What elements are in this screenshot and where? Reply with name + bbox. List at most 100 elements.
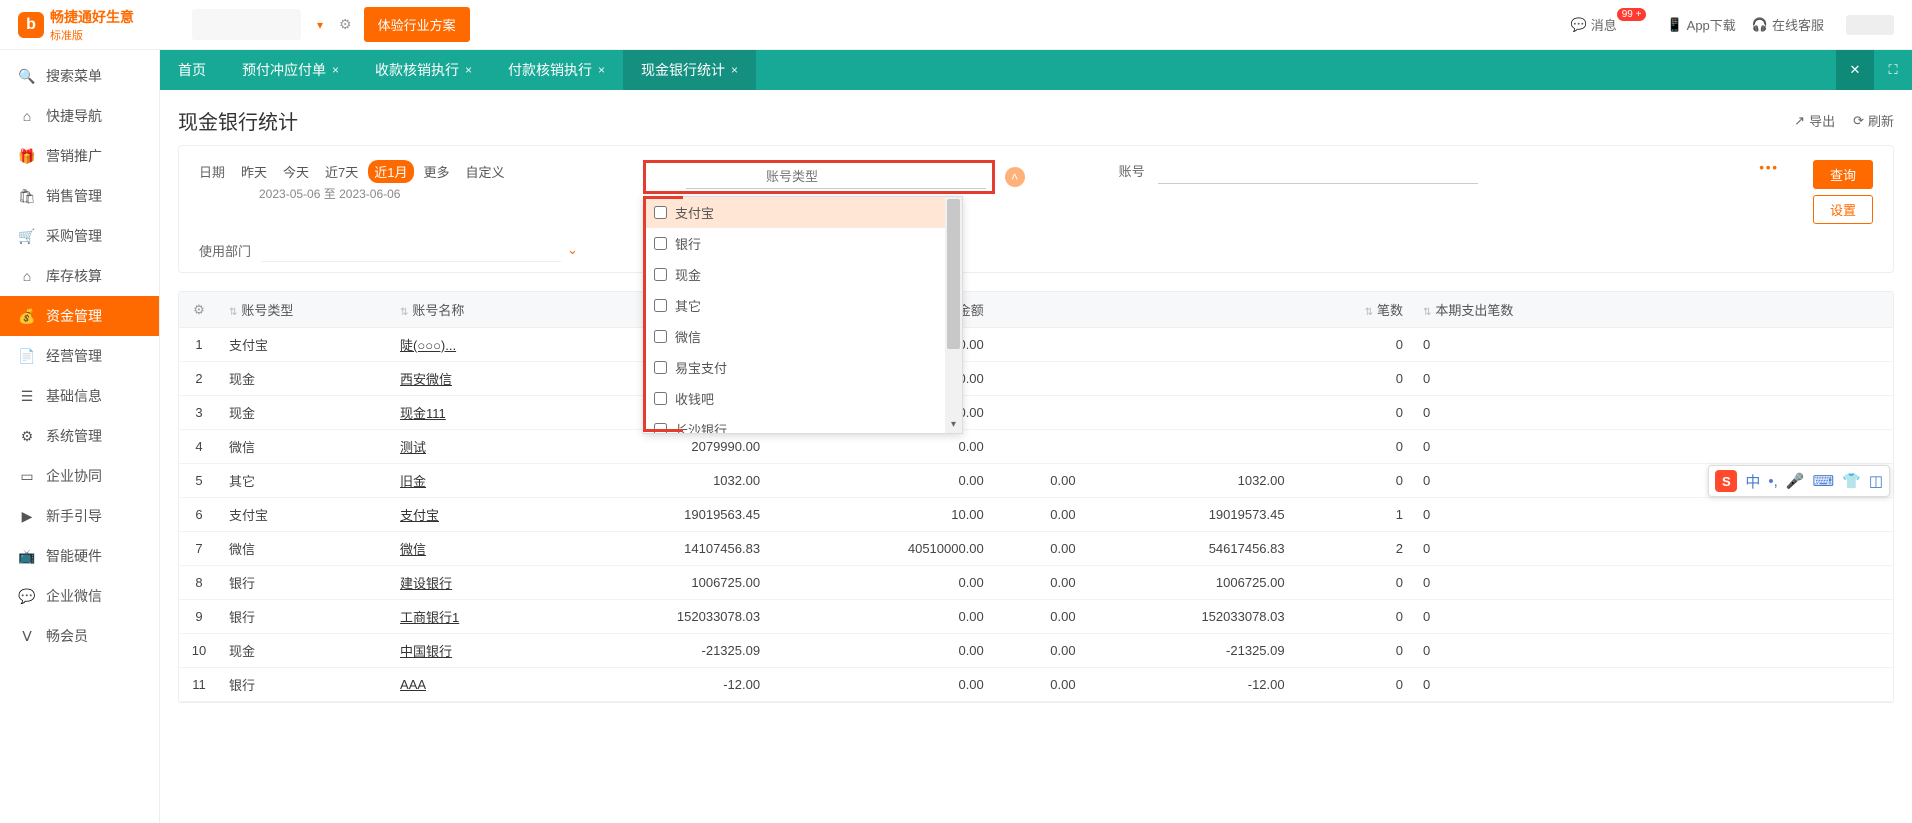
account-name-link[interactable]: 中国银行 xyxy=(400,644,452,659)
scrollbar-down-icon[interactable]: ▾ xyxy=(945,416,962,433)
nav-item-8[interactable]: ☰基础信息 xyxy=(0,376,159,416)
data-table-wrap: ⚙ ⇅账号类型 ⇅账号名称 ⇅上期余额 ⇅本期收入金额 ⇅笔数 ⇅本期支出笔数 … xyxy=(178,291,1894,703)
settings-button[interactable]: 设置 xyxy=(1813,195,1873,224)
ime-punct-icon[interactable]: •, xyxy=(1768,473,1777,490)
nav-item-7[interactable]: 📄经营管理 xyxy=(0,336,159,376)
nav-item-6[interactable]: 💰资金管理 xyxy=(0,296,159,336)
ime-mic-icon[interactable]: 🎤 xyxy=(1786,472,1805,490)
nav-item-3[interactable]: 🛍销售管理 xyxy=(0,176,159,216)
tab-3[interactable]: 付款核销执行× xyxy=(490,50,623,90)
dropdown-option-7[interactable]: 长沙银行 xyxy=(644,414,962,433)
tab-4[interactable]: 现金银行统计× xyxy=(623,50,756,90)
account-name-link[interactable]: 现金111 xyxy=(400,406,446,421)
app-download-link[interactable]: 📱 App下载 xyxy=(1666,15,1735,34)
collapse-filters-button[interactable]: ˄ xyxy=(1005,167,1025,187)
ime-keyboard-icon[interactable]: ⌨ xyxy=(1812,472,1834,490)
col-income-count[interactable]: ⇅笔数 xyxy=(1295,292,1413,328)
date-opt-3[interactable]: 近1月 xyxy=(368,160,413,183)
online-cs-link[interactable]: 🎧 在线客服 xyxy=(1752,15,1824,34)
ime-toolbox-icon[interactable]: ◫ xyxy=(1869,472,1883,490)
try-industry-button[interactable]: 体验行业方案 xyxy=(364,7,470,42)
refresh-button[interactable]: ⟳ 刷新 xyxy=(1853,111,1894,130)
dropdown-checkbox[interactable] xyxy=(654,206,667,219)
nav-item-1[interactable]: ⌂快捷导航 xyxy=(0,96,159,136)
col-hidden-b xyxy=(1086,292,1295,328)
date-opt-0[interactable]: 昨天 xyxy=(235,160,273,183)
date-opt-1[interactable]: 今天 xyxy=(277,160,315,183)
tab-strip-actions: ✕ ⛶ xyxy=(1836,50,1912,90)
account-name-link[interactable]: 建设银行 xyxy=(400,576,452,591)
nav-item-14[interactable]: Ⅴ畅会员 xyxy=(0,616,159,656)
table-settings-header[interactable]: ⚙ xyxy=(179,292,219,328)
nav-item-13[interactable]: 💬企业微信 xyxy=(0,576,159,616)
tab-2[interactable]: 收款核销执行× xyxy=(357,50,490,90)
account-name-link[interactable]: 测试 xyxy=(400,440,426,455)
col-account-type[interactable]: ⇅账号类型 xyxy=(219,292,390,328)
account-name-link[interactable]: 陡(○○○)... xyxy=(400,338,456,353)
dropdown-option-5[interactable]: 易宝支付 xyxy=(644,352,962,383)
org-caret-icon[interactable]: ▾ xyxy=(317,18,323,32)
tab-1[interactable]: 预付冲应付单× xyxy=(224,50,357,90)
date-opt-2[interactable]: 近7天 xyxy=(319,160,364,183)
account-type-input[interactable] xyxy=(686,165,986,189)
dropdown-checkbox[interactable] xyxy=(654,423,667,433)
scrollbar-thumb[interactable] xyxy=(947,199,960,349)
dropdown-checkbox[interactable] xyxy=(654,361,667,374)
tab-close-icon[interactable]: × xyxy=(598,63,605,77)
nav-item-10[interactable]: ▭企业协同 xyxy=(0,456,159,496)
dropdown-checkbox[interactable] xyxy=(654,299,667,312)
dropdown-checkbox[interactable] xyxy=(654,330,667,343)
close-all-tabs-button[interactable]: ✕ xyxy=(1836,50,1874,90)
account-name-link[interactable]: 微信 xyxy=(400,542,426,557)
tab-close-icon[interactable]: × xyxy=(731,63,738,77)
query-button[interactable]: 查询 xyxy=(1813,160,1873,189)
ime-lang-label[interactable]: 中 xyxy=(1745,471,1760,492)
brand-edition: 标准版 xyxy=(50,27,134,43)
dept-caret-icon[interactable]: ⌄ xyxy=(567,242,578,258)
user-avatar[interactable] xyxy=(1846,15,1894,35)
dropdown-checkbox[interactable] xyxy=(654,237,667,250)
nav-item-9[interactable]: ⚙系统管理 xyxy=(0,416,159,456)
dropdown-option-2[interactable]: 现金 xyxy=(644,259,962,290)
account-name-link[interactable]: 工商银行1 xyxy=(400,610,459,625)
dropdown-scrollbar[interactable]: ▾ xyxy=(945,197,962,433)
dropdown-checkbox[interactable] xyxy=(654,392,667,405)
dropdown-option-1[interactable]: 银行 xyxy=(644,228,962,259)
ime-toolbar[interactable]: S 中 •, 🎤 ⌨ 👕 ◫ xyxy=(1708,465,1890,497)
tab-close-icon[interactable]: × xyxy=(332,63,339,77)
nav-item-2[interactable]: 🎁营销推广 xyxy=(0,136,159,176)
dropdown-option-6[interactable]: 收钱吧 xyxy=(644,383,962,414)
export-button[interactable]: ↗ 导出 xyxy=(1794,111,1835,130)
account-name-link[interactable]: 旧金 xyxy=(400,474,426,489)
dropdown-option-0[interactable]: 支付宝 xyxy=(644,197,962,228)
dept-input[interactable] xyxy=(261,238,561,262)
dropdown-option-3[interactable]: 其它 xyxy=(644,290,962,321)
account-type-dropdown[interactable]: 支付宝银行现金其它微信易宝支付收钱吧长沙银行 ▾ xyxy=(643,196,963,434)
fullscreen-button[interactable]: ⛶ xyxy=(1874,50,1912,90)
org-selector[interactable] xyxy=(192,9,301,40)
phone-icon: 📱 xyxy=(1666,17,1682,33)
col-account-name[interactable]: ⇅账号名称 xyxy=(390,292,561,328)
dropdown-option-4[interactable]: 微信 xyxy=(644,321,962,352)
ime-skin-icon[interactable]: 👕 xyxy=(1842,472,1861,490)
messages-link[interactable]: 💬 消息 99 + xyxy=(1571,15,1651,34)
date-opt-4[interactable]: 更多 xyxy=(418,160,456,183)
tab-close-icon[interactable]: × xyxy=(465,63,472,77)
nav-item-12[interactable]: 📺智能硬件 xyxy=(0,536,159,576)
account-name-link[interactable]: 西安微信 xyxy=(400,372,452,387)
account-name-link[interactable]: 支付宝 xyxy=(400,508,439,523)
dropdown-checkbox[interactable] xyxy=(654,268,667,281)
col-expense-count[interactable]: ⇅本期支出笔数 xyxy=(1413,292,1893,328)
account-name-link[interactable]: AAA xyxy=(400,677,426,692)
tab-0[interactable]: 首页 xyxy=(160,50,224,90)
nav-item-5[interactable]: ⌂库存核算 xyxy=(0,256,159,296)
nav-item-0[interactable]: 🔍搜索菜单 xyxy=(0,56,159,96)
page-actions: ↗ 导出 ⟳ 刷新 xyxy=(1794,111,1894,130)
nav-item-11[interactable]: ▶新手引导 xyxy=(0,496,159,536)
nav-item-4[interactable]: 🛒采购管理 xyxy=(0,216,159,256)
data-table: ⚙ ⇅账号类型 ⇅账号名称 ⇅上期余额 ⇅本期收入金额 ⇅笔数 ⇅本期支出笔数 … xyxy=(179,292,1893,702)
settings-icon[interactable]: ⚙ xyxy=(339,16,352,33)
date-opt-5[interactable]: 自定义 xyxy=(460,160,511,183)
more-filters-button[interactable]: ••• xyxy=(1759,160,1779,175)
account-no-input[interactable] xyxy=(1158,160,1478,184)
